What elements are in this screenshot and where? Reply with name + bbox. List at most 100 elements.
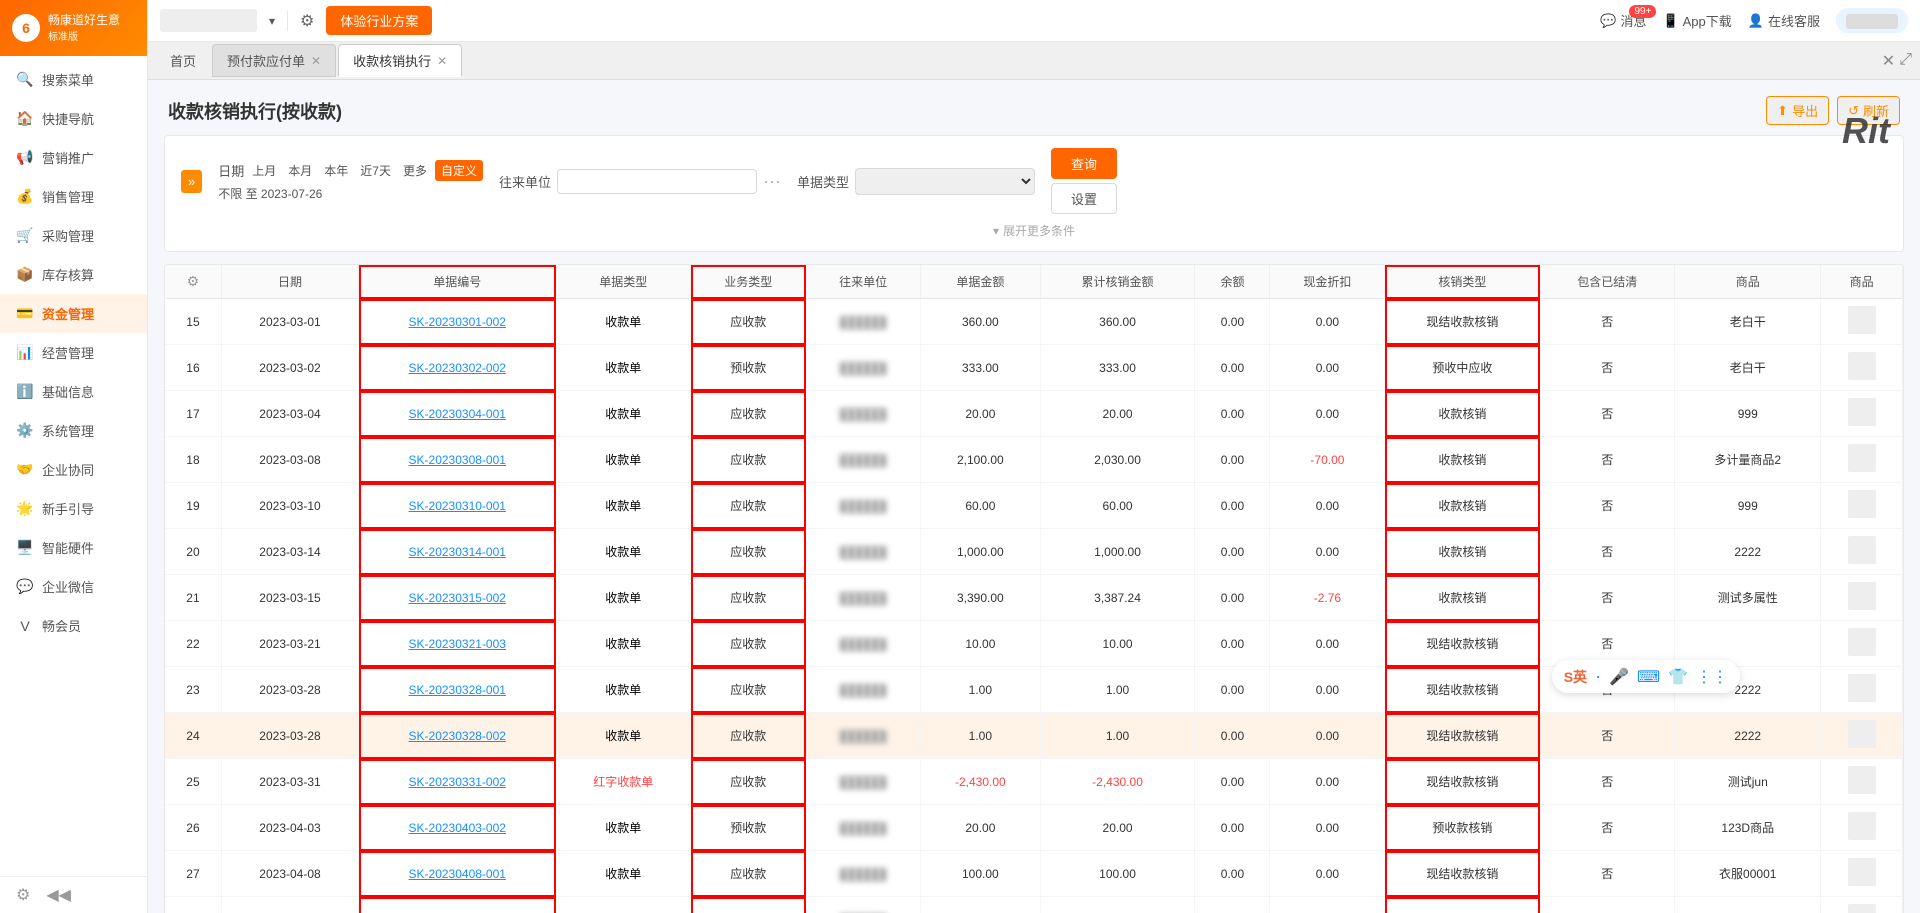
cell-goods: 测试多属性 bbox=[1675, 575, 1821, 621]
doc-no-link[interactable]: SK-20230310-001 bbox=[409, 499, 506, 513]
settings-icon[interactable]: ⚙ bbox=[16, 885, 30, 905]
expand-btn[interactable]: ▾ 展开更多条件 bbox=[993, 222, 1075, 239]
sidebar-item-basic[interactable]: ℹ️基础信息 bbox=[0, 372, 147, 411]
table-row: 16 2023-03-02 SK-20230302-002 收款单 预收款 ██… bbox=[165, 345, 1903, 391]
export-icon: ⬆ bbox=[1777, 103, 1788, 119]
cell-rowno: 27 bbox=[165, 851, 221, 897]
date-custom-btn[interactable]: 自定义 bbox=[435, 160, 483, 181]
topbar-service[interactable]: 👤 在线客服 bbox=[1748, 11, 1820, 30]
topbar-brand bbox=[160, 9, 257, 32]
cell-doc-type: 收款单 bbox=[556, 621, 691, 667]
topbar-user[interactable] bbox=[1836, 8, 1908, 33]
partner-dots[interactable]: ··· bbox=[763, 171, 781, 192]
sidebar-item-inventory[interactable]: 📦库存核算 bbox=[0, 255, 147, 294]
sidebar-item-wechat[interactable]: 💬企业微信 bbox=[0, 567, 147, 606]
cell-date: 2023-03-01 bbox=[221, 299, 358, 345]
topbar-gear-icon[interactable]: ⚙ bbox=[300, 11, 314, 31]
doc-no-link[interactable]: SK-20230314-001 bbox=[409, 545, 506, 559]
doc-no-link[interactable]: SK-20230328-002 bbox=[409, 729, 506, 743]
col-header-cumulative: 累计核销金额 bbox=[1040, 265, 1195, 299]
float-keyboard-icon[interactable]: ⌨ bbox=[1637, 667, 1660, 687]
cell-cumulative: 1.00 bbox=[1040, 713, 1195, 759]
date-year-btn[interactable]: 本年 bbox=[320, 160, 352, 181]
float-dot-icon[interactable]: · bbox=[1595, 666, 1601, 687]
cell-doc-no: SK-20230328-001 bbox=[359, 667, 556, 713]
doc-no-link[interactable]: SK-20230321-003 bbox=[409, 637, 506, 651]
sidebar-item-quicknav[interactable]: 🏠快捷导航 bbox=[0, 99, 147, 138]
query-button[interactable]: 查询 bbox=[1051, 148, 1117, 179]
date-curr-btn[interactable]: 本月 bbox=[284, 160, 316, 181]
settings-button[interactable]: 设置 bbox=[1051, 183, 1117, 214]
doc-no-link[interactable]: SK-20230308-001 bbox=[409, 453, 506, 467]
export-button[interactable]: ⬆ 导出 bbox=[1766, 96, 1829, 125]
date-prev-btn[interactable]: 上月 bbox=[248, 160, 280, 181]
cell-write-off-type: 预收中应收 bbox=[1385, 345, 1540, 391]
filter-toggle-icon[interactable]: » bbox=[181, 170, 202, 193]
sidebar-item-purchase[interactable]: 🛒采购管理 bbox=[0, 216, 147, 255]
filter-toggle-btn[interactable]: » bbox=[181, 170, 202, 193]
cell-write-off-type: 现结收款核销 bbox=[1385, 667, 1540, 713]
cell-partner: ██████ bbox=[806, 713, 921, 759]
purchase-icon: 🛒 bbox=[16, 227, 34, 244]
cell-balance: 0.00 bbox=[1195, 575, 1270, 621]
solution-button[interactable]: 体验行业方案 bbox=[326, 6, 432, 35]
cell-doc-amount: 1.00 bbox=[921, 667, 1040, 713]
cell-date: 2023-03-14 bbox=[221, 529, 358, 575]
sidebar-item-system[interactable]: ⚙️系统管理 bbox=[0, 411, 147, 450]
doc-no-link[interactable]: SK-20230301-002 bbox=[409, 315, 506, 329]
cell-biz-type: 应收款 bbox=[691, 621, 806, 667]
tab-home[interactable]: 首页 bbox=[156, 45, 210, 76]
sidebar-item-operation[interactable]: 📊经营管理 bbox=[0, 333, 147, 372]
topbar-msg[interactable]: 💬 消息 99+ bbox=[1600, 11, 1646, 30]
cell-date: 2023-03-28 bbox=[221, 667, 358, 713]
cell-goods2 bbox=[1821, 713, 1903, 759]
dropdown-arrow[interactable]: ▾ bbox=[269, 14, 275, 28]
sidebar-item-hardware[interactable]: 🖥️智能硬件 bbox=[0, 528, 147, 567]
collapse-icon[interactable]: ◀◀ bbox=[46, 885, 71, 905]
table-row: 26 2023-04-03 SK-20230403-002 收款单 预收款 ██… bbox=[165, 805, 1903, 851]
operation-icon: 📊 bbox=[16, 344, 34, 361]
cell-include-settled: 否 bbox=[1540, 345, 1675, 391]
sidebar-item-sales[interactable]: 💰销售管理 bbox=[0, 177, 147, 216]
sidebar-item-search[interactable]: 🔍搜索菜单 bbox=[0, 60, 147, 99]
doc-no-link[interactable]: SK-20230408-001 bbox=[409, 867, 506, 881]
doc-no-link[interactable]: SK-20230331-002 bbox=[409, 775, 506, 789]
col-header-settings[interactable]: ⚙ bbox=[165, 265, 221, 299]
cell-goods2 bbox=[1821, 667, 1903, 713]
tab-collection-close[interactable]: ✕ bbox=[437, 54, 447, 68]
float-mic-icon[interactable]: 🎤 bbox=[1609, 667, 1629, 687]
sidebar-item-member[interactable]: V畅会员 bbox=[0, 606, 147, 645]
doc-no-link[interactable]: SK-20230315-002 bbox=[409, 591, 506, 605]
sidebar-item-finance[interactable]: 💳资金管理 bbox=[0, 294, 147, 333]
date-range-text: 不限 至 2023-07-26 bbox=[218, 185, 483, 202]
sidebar-item-guide[interactable]: 🌟新手引导 bbox=[0, 489, 147, 528]
cell-cash-discount: 0.00 bbox=[1270, 621, 1385, 667]
tab-collection[interactable]: 收款核销执行 ✕ bbox=[338, 44, 462, 77]
cell-partner: ██████ bbox=[806, 897, 921, 913]
float-s-icon[interactable]: S英 bbox=[1564, 667, 1587, 687]
doc-no-link[interactable]: SK-20230403-002 bbox=[409, 821, 506, 835]
msg-icon: 💬 bbox=[1600, 13, 1616, 29]
app-label: App下载 bbox=[1683, 11, 1732, 30]
float-grid-icon[interactable]: ⋮⋮ bbox=[1696, 667, 1728, 687]
sidebar-item-marketing[interactable]: 📢营销推广 bbox=[0, 138, 147, 177]
cell-rowno: 15 bbox=[165, 299, 221, 345]
date-more-btn[interactable]: 更多 bbox=[399, 160, 431, 181]
partner-blurred: ██████ bbox=[840, 823, 887, 835]
doc-no-link[interactable]: SK-20230302-002 bbox=[409, 361, 506, 375]
cell-include-settled: 否 bbox=[1540, 759, 1675, 805]
doc-no-link[interactable]: SK-20230304-001 bbox=[409, 407, 506, 421]
doc-no-link[interactable]: SK-20230328-001 bbox=[409, 683, 506, 697]
tab-prepay-close[interactable]: ✕ bbox=[311, 54, 321, 68]
float-shirt-icon[interactable]: 👕 bbox=[1668, 667, 1688, 687]
cell-rowno: 21 bbox=[165, 575, 221, 621]
sidebar-item-enterprise[interactable]: 🤝企业协同 bbox=[0, 450, 147, 489]
topbar-app[interactable]: 📱 App下载 bbox=[1662, 11, 1731, 30]
tab-close-all-icon[interactable]: ✕ bbox=[1882, 51, 1895, 71]
filter-row: » 日期 上月 本月 本年 近7天 更多 自定义 不限 bbox=[181, 148, 1887, 214]
doc-type-select[interactable] bbox=[855, 168, 1035, 195]
tab-expand-icon[interactable]: ⤢ bbox=[1899, 51, 1912, 71]
date-week-btn[interactable]: 近7天 bbox=[356, 160, 395, 181]
partner-input[interactable] bbox=[557, 169, 757, 194]
tab-prepay[interactable]: 预付款应付单 ✕ bbox=[212, 44, 336, 77]
